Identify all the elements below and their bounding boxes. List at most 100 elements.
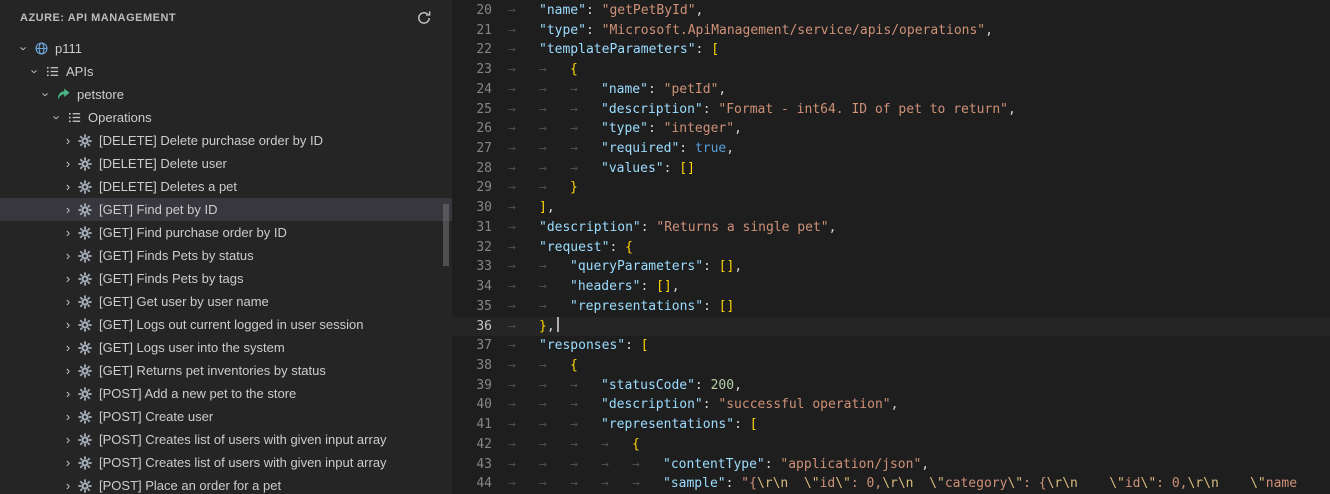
chevron-right-icon[interactable]: › [60,386,76,401]
chevron-right-icon[interactable]: › [60,156,76,171]
code-line[interactable]: 40 → → → "description": "successful operatio… [452,395,1330,415]
line-number[interactable]: 36 [452,317,508,337]
code-line[interactable]: 21 → "type": "Microsoft.ApiManagement/serv… [452,21,1330,41]
code-line[interactable]: 25 → → → "description": "Format - int64. ID … [452,100,1330,120]
sidebar-scrollbar-thumb[interactable] [443,204,449,266]
tree-item[interactable]: › p111 [0,37,452,60]
chevron-right-icon[interactable]: › [60,202,76,217]
chevron-right-icon[interactable]: › [60,225,76,240]
line-number[interactable]: 33 [452,257,508,277]
code-line[interactable]: 27 → → → "required": true, [452,139,1330,159]
line-number[interactable]: 28 [452,159,508,179]
code-line[interactable]: 41 → → → "representations": [ [452,415,1330,435]
line-number[interactable]: 23 [452,60,508,80]
tree-item[interactable]: › [POST] Place an order for a pet [0,474,452,494]
chevron-right-icon[interactable]: › [60,432,76,447]
code-line[interactable]: 34 → → "headers": [], [452,277,1330,297]
chevron-right-icon[interactable]: › [60,271,76,286]
line-number[interactable]: 38 [452,356,508,376]
code-line[interactable]: 35 → → "representations": [] [452,297,1330,317]
code-line[interactable]: 28 → → → "values": [] [452,159,1330,179]
tree-item[interactable]: › [GET] Logs user into the system [0,336,452,359]
code-text: → → → → → "contentType": "application/json", [508,455,1330,475]
code-line[interactable]: 33 → → "queryParameters": [], [452,257,1330,277]
chevron-right-icon[interactable]: › [60,455,76,470]
code-line[interactable]: 23 → →{ [452,60,1330,80]
tree-item[interactable]: › [GET] Find purchase order by ID [0,221,452,244]
code-line[interactable]: 37 → "responses": [ [452,336,1330,356]
chevron-right-icon[interactable]: › [60,340,76,355]
tree-item[interactable]: › [GET] Finds Pets by status [0,244,452,267]
code-line[interactable]: 26 → → → "type": "integer", [452,119,1330,139]
chevron-right-icon[interactable]: › [60,478,76,493]
code-line[interactable]: 42 → → → →{ [452,435,1330,455]
line-number[interactable]: 21 [452,21,508,41]
json-editor[interactable]: 20 → "name": "getPetById", 21 → "type": "Micr… [452,0,1330,494]
code-line[interactable]: 32 → "request": { [452,238,1330,258]
chevron-right-icon[interactable]: › [60,317,76,332]
line-number[interactable]: 29 [452,178,508,198]
tree-item[interactable]: › [POST] Creates list of users with given… [0,451,452,474]
tree-item[interactable]: › [GET] Logs out current logged in user s… [0,313,452,336]
code-line[interactable]: 31 → "description": "Returns a single pet"… [452,218,1330,238]
line-number[interactable]: 43 [452,455,508,475]
code-line[interactable]: 44 → → → → → "sample": "{\r\n \"id\": 0,\r\n \… [452,474,1330,494]
line-number[interactable]: 26 [452,119,508,139]
tree-item-label: [GET] Get user by user name [99,294,269,309]
tree-item[interactable]: › [DELETE] Delete purchase order by ID [0,129,452,152]
tree-item[interactable]: › [POST] Add a new pet to the store [0,382,452,405]
code-line[interactable]: 20 → "name": "getPetById", [452,1,1330,21]
tree-item[interactable]: › Operations [0,106,452,129]
chevron-down-icon[interactable]: › [50,110,65,126]
tree-item[interactable]: › [POST] Creates list of users with given… [0,428,452,451]
tree-item[interactable]: › [DELETE] Deletes a pet [0,175,452,198]
chevron-right-icon[interactable]: › [60,409,76,424]
chevron-right-icon[interactable]: › [60,363,76,378]
chevron-right-icon[interactable]: › [60,248,76,263]
line-number[interactable]: 31 [452,218,508,238]
line-number[interactable]: 25 [452,100,508,120]
chevron-right-icon[interactable]: › [60,294,76,309]
chevron-right-icon[interactable]: › [60,179,76,194]
code-line[interactable]: 38 → →{ [452,356,1330,376]
code-line[interactable]: 30 →], [452,198,1330,218]
tree-item[interactable]: › APIs [0,60,452,83]
tree-item[interactable]: › [GET] Finds Pets by tags [0,267,452,290]
line-number[interactable]: 32 [452,238,508,258]
tree-item[interactable]: › [GET] Returns pet inventories by status [0,359,452,382]
tree-item[interactable]: › [GET] Get user by user name [0,290,452,313]
code-line[interactable]: 39 → → → "statusCode": 200, [452,376,1330,396]
line-number[interactable]: 41 [452,415,508,435]
code-line[interactable]: 22 → "templateParameters": [ [452,40,1330,60]
token-brk: { [570,62,578,78]
tree-item[interactable]: › petstore [0,83,452,106]
line-number[interactable]: 34 [452,277,508,297]
line-number[interactable]: 30 [452,198,508,218]
code-line[interactable]: 24 → → → "name": "petId", [452,80,1330,100]
code-line[interactable]: 29 → →} [452,178,1330,198]
line-number[interactable]: 42 [452,435,508,455]
line-number[interactable]: 40 [452,395,508,415]
chevron-down-icon[interactable]: › [17,41,32,57]
code-line[interactable]: 36 →}, [452,316,1330,337]
chevron-down-icon[interactable]: › [28,64,43,80]
line-number[interactable]: 37 [452,336,508,356]
chevron-right-icon[interactable]: › [60,133,76,148]
tree-item[interactable]: › [GET] Find pet by ID [0,198,452,221]
tab-whitespace-marker: → [508,42,516,58]
chevron-down-icon[interactable]: › [39,87,54,103]
code-line[interactable]: 43 → → → → → "contentType": "application/json"… [452,455,1330,475]
code-text: → → "representations": [] [508,297,1330,317]
line-number[interactable]: 20 [452,1,508,21]
tree-item[interactable]: › [POST] Create user [0,405,452,428]
line-number[interactable]: 39 [452,376,508,396]
line-number[interactable]: 44 [452,474,508,494]
refresh-icon[interactable] [414,8,434,28]
line-number[interactable]: 24 [452,80,508,100]
line-number[interactable]: 27 [452,139,508,159]
line-number[interactable]: 22 [452,40,508,60]
line-number[interactable]: 35 [452,297,508,317]
code-text: → → { [508,356,1330,376]
operation-icon [76,179,94,195]
tree-item[interactable]: › [DELETE] Delete user [0,152,452,175]
